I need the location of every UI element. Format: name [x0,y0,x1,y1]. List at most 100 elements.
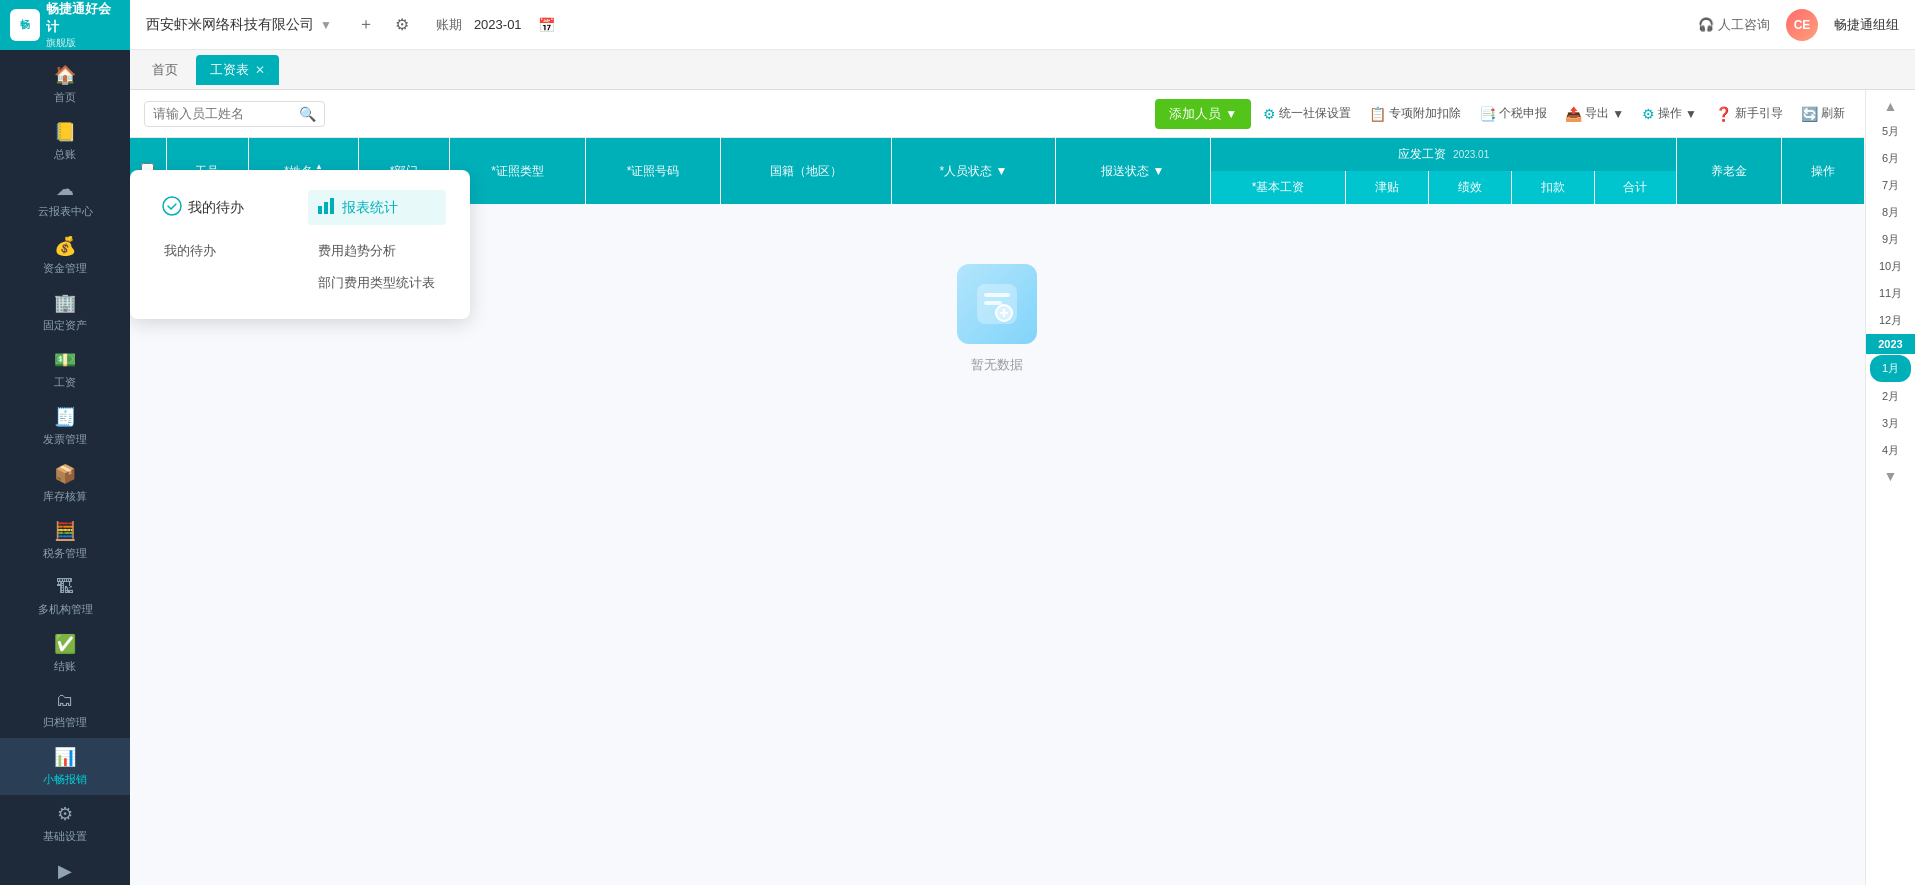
date-year-2023: 2023 [1866,334,1915,354]
sidebar-item-invoice[interactable]: 🧾 发票管理 [0,398,130,455]
topbar-actions: ＋ ⚙ [352,11,416,39]
sidebar-item-expense[interactable]: 📊 小畅报销 [0,738,130,795]
topbar-right: 🎧 人工咨询 CE 畅捷通组组 [1698,9,1899,41]
fund-icon: 💰 [54,235,76,257]
toolbar: 🔍 添加人员 ▼ ⚙ 统一社保设置 📋 专项附加扣除 [130,90,1865,138]
social-security-icon: ⚙ [1263,106,1276,122]
cloud-icon: ☁ [56,178,74,200]
date-month-12[interactable]: 12月 [1866,307,1915,334]
sidebar-item-fixed-assets[interactable]: 🏢 固定资产 [0,284,130,341]
company-dropdown-arrow: ▼ [320,18,332,32]
date-month-3[interactable]: 3月 [1866,410,1915,437]
calendar-icon[interactable]: 📅 [538,17,555,33]
date-panel: ▲ 5月 6月 7月 8月 9月 10月 11月 12月 2023 1月 2月 … [1865,90,1915,885]
date-month-5[interactable]: 5月 [1866,118,1915,145]
add-button[interactable]: ＋ [352,11,380,39]
logo-text: 畅捷通好会计 旗舰版 [46,0,120,50]
ledger-icon: 📒 [54,121,76,143]
svg-point-6 [163,197,181,215]
toolbar-right: 添加人员 ▼ ⚙ 统一社保设置 📋 专项附加扣除 📑 个税申报 [1155,99,1851,129]
content-area: 🔍 添加人员 ▼ ⚙ 统一社保设置 📋 专项附加扣除 [130,90,1915,885]
date-month-4[interactable]: 4月 [1866,437,1915,464]
guide-icon: ▶ [58,860,72,882]
salary-icon: 💵 [54,349,76,371]
sidebar-item-general-ledger[interactable]: 📒 总账 [0,113,130,170]
sidebar: 畅 畅捷通好会计 旗舰版 🏠 首页 📒 总账 ☁ 云报表中心 💰 资金管理 🏢 … [0,0,130,885]
date-month-7[interactable]: 7月 [1866,172,1915,199]
sidebar-item-salary[interactable]: 💵 工资 [0,341,130,398]
tab-home[interactable]: 首页 [138,55,192,85]
sidebar-item-inventory[interactable]: 📦 库存核算 [0,455,130,512]
sidebar-item-checkout[interactable]: ✅ 结账 [0,625,130,682]
date-month-10[interactable]: 10月 [1866,253,1915,280]
guide-action[interactable]: ❓ 新手引导 [1709,101,1789,126]
th-action: 操作 [1782,138,1865,204]
sidebar-item-multi-org[interactable]: 🏗 多机构管理 [0,569,130,625]
tax-report-action[interactable]: 📑 个税申报 [1473,101,1553,126]
tab-close-button[interactable]: ✕ [255,63,265,77]
settings-button[interactable]: ⚙ [388,11,416,39]
date-next-arrow[interactable]: ▼ [1879,464,1903,488]
svg-rect-1 [984,293,1010,297]
sidebar-item-guide[interactable]: ▶ 新手引导 [0,852,130,885]
headset-icon: 🎧 [1698,17,1714,32]
sidebar-item-cloud-reports[interactable]: ☁ 云报表中心 [0,170,130,227]
company-selector[interactable]: 西安虾米网络科技有限公司 ▼ [146,16,332,34]
popup-section-todo-title: 我的待办 [154,190,292,225]
sidebar-item-archive[interactable]: 🗂 归档管理 [0,682,130,738]
search-icon[interactable]: 🔍 [299,106,316,122]
refresh-icon: 🔄 [1801,106,1818,122]
sidebar-item-home[interactable]: 🏠 首页 [0,56,130,113]
multi-org-icon: 🏗 [56,577,74,598]
popup-item-trend[interactable]: 费用趋势分析 [308,235,446,267]
th-report-status: 报送状态 ▼ [1055,138,1210,204]
reports-section-icon [316,196,336,219]
th-pension: 养老金 [1677,138,1782,204]
popup-item-my-todo[interactable]: 我的待办 [154,235,292,267]
th-status: *人员状态 ▼ [892,138,1056,204]
add-person-arrow: ▼ [1225,107,1237,121]
popup-section-reports-title: 报表统计 [308,190,446,225]
report-filter-icon[interactable]: ▼ [1152,164,1164,178]
date-month-2[interactable]: 2月 [1866,383,1915,410]
sidebar-item-settings[interactable]: ⚙ 基础设置 [0,795,130,852]
th-performance: 绩效 [1428,171,1511,204]
operations-arrow: ▼ [1685,107,1697,121]
sidebar-navigation: 🏠 首页 📒 总账 ☁ 云报表中心 💰 资金管理 🏢 固定资产 💵 工资 🧾 发… [0,50,130,885]
special-deduction-icon: 📋 [1369,106,1386,122]
todo-section-icon [162,196,182,219]
social-security-action[interactable]: ⚙ 统一社保设置 [1257,101,1357,126]
th-total: 合计 [1594,171,1677,204]
date-month-11[interactable]: 11月 [1866,280,1915,307]
popup-item-dept-stats[interactable]: 部门费用类型统计表 [308,267,446,299]
export-action[interactable]: 📤 导出 ▼ [1559,101,1630,126]
period-value: 2023-01 [474,17,522,32]
search-input[interactable] [153,106,293,121]
export-icon: 📤 [1565,106,1582,122]
tax-report-icon: 📑 [1479,106,1496,122]
svg-rect-7 [318,206,322,214]
date-prev-arrow[interactable]: ▲ [1879,94,1903,118]
refresh-action[interactable]: 🔄 刷新 [1795,101,1851,126]
date-month-9[interactable]: 9月 [1866,226,1915,253]
popup-menu-grid: 我的待办 我的待办 报表统计 费用趋势分析 [146,186,454,303]
main-area: 西安虾米网络科技有限公司 ▼ ＋ ⚙ 账期 2023-01 📅 🎧 人工咨询 C… [130,0,1915,885]
date-month-8[interactable]: 8月 [1866,199,1915,226]
sidebar-item-fund-mgmt[interactable]: 💰 资金管理 [0,227,130,284]
tab-salary-table[interactable]: 工资表 ✕ [196,55,279,85]
logo-icon: 畅 [10,9,40,41]
period-label: 账期 [436,16,462,34]
th-basic-salary: *基本工资 [1210,171,1346,204]
th-id-type: *证照类型 [450,138,586,204]
th-nationality: 国籍（地区） [721,138,892,204]
expense-icon: 📊 [54,746,76,768]
operations-action[interactable]: ⚙ 操作 ▼ [1636,101,1703,126]
date-month-1-active[interactable]: 1月 [1870,355,1911,382]
popup-section-todo: 我的待办 我的待办 [146,186,300,303]
add-person-button[interactable]: 添加人员 ▼ [1155,99,1251,129]
sidebar-item-tax[interactable]: 🧮 税务管理 [0,512,130,569]
date-month-6[interactable]: 6月 [1866,145,1915,172]
status-filter-icon[interactable]: ▼ [996,164,1008,178]
special-deduction-action[interactable]: 📋 专项附加扣除 [1363,101,1467,126]
service-button[interactable]: 🎧 人工咨询 [1698,16,1770,34]
